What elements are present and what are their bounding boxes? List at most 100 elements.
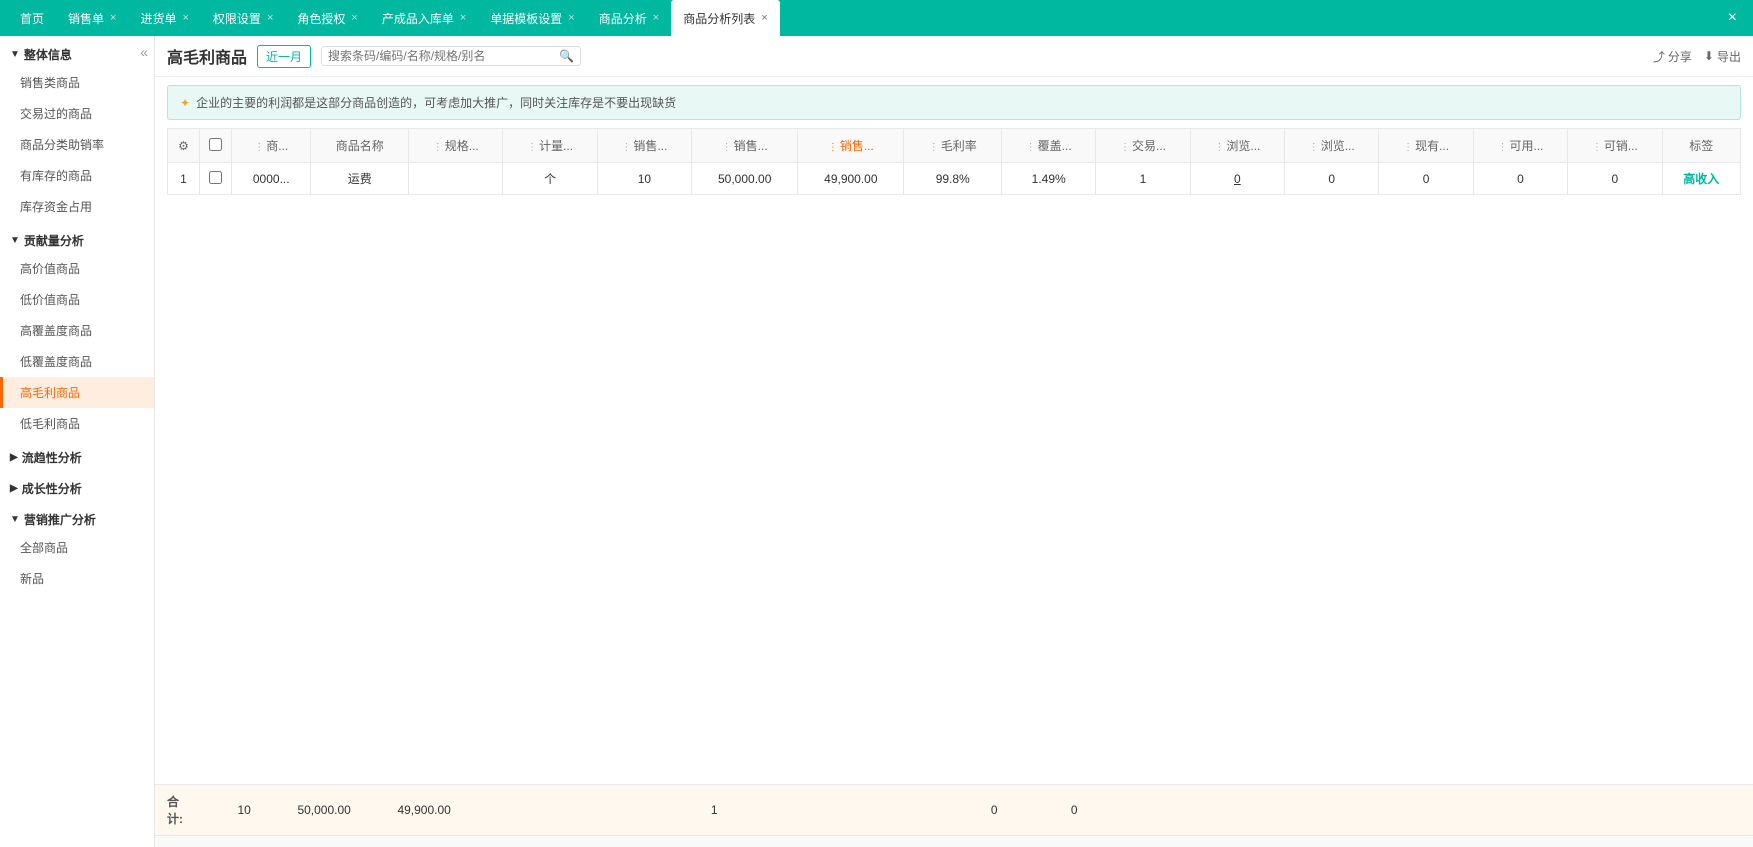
close-icon[interactable]: × xyxy=(761,12,767,24)
nav-sales[interactable]: 销售单 × xyxy=(56,0,128,36)
th-tag[interactable]: 标签 xyxy=(1662,129,1741,163)
nav-analysis[interactable]: 商品分析 × xyxy=(587,0,671,36)
select-all-checkbox[interactable] xyxy=(209,138,222,151)
export-button[interactable]: ⬇ 导出 xyxy=(1704,48,1741,65)
nav-analysis-list[interactable]: 商品分析列表 × xyxy=(671,0,779,36)
sidebar-group-marketing[interactable]: ▼ 营销推广分析 xyxy=(0,501,154,532)
close-icon[interactable]: × xyxy=(267,12,273,24)
sidebar-item-sales-goods[interactable]: 销售类商品 xyxy=(0,67,154,98)
th-available[interactable]: ⋮可用... xyxy=(1473,129,1567,163)
th-browse1[interactable]: ⋮浏览... xyxy=(1190,129,1284,163)
info-icon: ✦ xyxy=(180,96,190,110)
th-sales1[interactable]: ⋮销售... xyxy=(597,129,691,163)
share-icon: ⤴ xyxy=(1653,48,1665,65)
bottom-scrollbar[interactable] xyxy=(155,835,1753,847)
cell-current: 0 xyxy=(1379,163,1473,195)
cell-code: 0000... xyxy=(232,163,311,195)
nav-home[interactable]: 首页 xyxy=(8,0,56,36)
sidebar-item-low-coverage[interactable]: 低覆盖度商品 xyxy=(0,346,154,377)
footer-current: 0 xyxy=(954,803,1034,817)
th-current[interactable]: ⋮现有... xyxy=(1379,129,1473,163)
th-coverage[interactable]: ⋮覆盖... xyxy=(1001,129,1095,163)
cell-sales2: 50,000.00 xyxy=(692,163,798,195)
cell-browse1[interactable]: 0 xyxy=(1190,163,1284,195)
close-icon[interactable]: × xyxy=(182,12,188,24)
cell-checkbox[interactable] xyxy=(200,163,232,195)
row-checkbox[interactable] xyxy=(209,171,222,184)
search-icon[interactable]: 🔍 xyxy=(559,49,574,63)
sidebar-item-stock-funds[interactable]: 库存资金占用 xyxy=(0,191,154,222)
chevron-right-icon: ▶ xyxy=(10,483,18,494)
th-sales3[interactable]: ⋮销售... xyxy=(798,129,904,163)
search-box: 🔍 xyxy=(321,46,581,66)
sidebar-item-new-goods[interactable]: 新品 xyxy=(0,563,154,594)
nav-purchase[interactable]: 进货单 × xyxy=(128,0,200,36)
th-code[interactable]: ⋮商... xyxy=(232,129,311,163)
th-checkbox[interactable] xyxy=(200,129,232,163)
chevron-right-icon: ▶ xyxy=(10,452,18,463)
sidebar-group-growth[interactable]: ▶ 成长性分析 xyxy=(0,470,154,501)
sidebar-item-high-coverage[interactable]: 高覆盖度商品 xyxy=(0,315,154,346)
cell-sales1: 10 xyxy=(597,163,691,195)
th-spec[interactable]: ⋮规格... xyxy=(409,129,503,163)
sidebar-item-low-margin[interactable]: 低毛利商品 xyxy=(0,408,154,439)
th-browse2[interactable]: ⋮浏览... xyxy=(1285,129,1379,163)
th-settings[interactable]: ⚙ xyxy=(168,129,200,163)
share-button[interactable]: ⤴ 分享 xyxy=(1653,48,1692,65)
sidebar-group-flow[interactable]: ▶ 流趋性分析 xyxy=(0,439,154,470)
main-layout: « ▼ 整体信息 销售类商品 交易过的商品 商品分类助销率 有库存的商品 库存资… xyxy=(0,36,1753,847)
close-icon[interactable]: × xyxy=(568,12,574,24)
sidebar-item-in-stock[interactable]: 有库存的商品 xyxy=(0,160,154,191)
footer-label: 合计: xyxy=(167,793,194,827)
data-table-container: ⚙ ⋮商... 商品名称 ⋮规格... ⋮计量... ⋮销售... ⋮销售...… xyxy=(155,128,1753,784)
window-close-button[interactable]: × xyxy=(1720,9,1745,27)
top-nav: 首页 销售单 × 进货单 × 权限设置 × 角色授权 × 产成品入库单 × 单据… xyxy=(0,0,1753,36)
sidebar-item-traded-goods[interactable]: 交易过的商品 xyxy=(0,98,154,129)
footer-sales2: 50,000.00 xyxy=(274,803,374,817)
footer-spacer2 xyxy=(754,803,954,817)
info-banner: ✦ 企业的主要的利润都是这部分商品创造的，可考虑加大推广，同时关注库存是不要出现… xyxy=(167,85,1741,120)
sidebar-item-low-value[interactable]: 低价值商品 xyxy=(0,284,154,315)
footer-trade: 1 xyxy=(674,803,754,817)
th-trade[interactable]: ⋮交易... xyxy=(1096,129,1190,163)
search-input[interactable] xyxy=(328,49,559,63)
data-table: ⚙ ⋮商... 商品名称 ⋮规格... ⋮计量... ⋮销售... ⋮销售...… xyxy=(167,128,1741,195)
th-gross-rate[interactable]: ⋮毛利率 xyxy=(904,129,1002,163)
cell-trade: 1 xyxy=(1096,163,1190,195)
footer-spacer xyxy=(474,803,674,817)
sidebar-item-all-goods[interactable]: 全部商品 xyxy=(0,532,154,563)
cell-browse2: 0 xyxy=(1285,163,1379,195)
content-area: 高毛利商品 近一月 🔍 ⤴ 分享 ⬇ 导出 ✦ 企业的主要的利润都是这部分商品创… xyxy=(155,36,1753,847)
nav-template[interactable]: 单据模板设置 × xyxy=(478,0,586,36)
close-icon[interactable]: × xyxy=(460,12,466,24)
header-actions: ⤴ 分享 ⬇ 导出 xyxy=(1653,48,1741,65)
footer-cells: 10 50,000.00 49,900.00 1 0 0 xyxy=(214,803,1741,817)
table-footer: 合计: 10 50,000.00 49,900.00 1 0 0 xyxy=(155,784,1753,835)
sidebar-item-high-value[interactable]: 高价值商品 xyxy=(0,253,154,284)
nav-role[interactable]: 角色授权 × xyxy=(285,0,369,36)
chevron-down-icon: ▼ xyxy=(10,514,20,525)
page-title: 高毛利商品 xyxy=(167,44,247,68)
nav-permission[interactable]: 权限设置 × xyxy=(201,0,285,36)
chevron-down-icon: ▼ xyxy=(10,49,20,60)
nav-product-entry[interactable]: 产成品入库单 × xyxy=(370,0,478,36)
sidebar-group-overall[interactable]: ▼ 整体信息 xyxy=(0,36,154,67)
th-name[interactable]: 商品名称 xyxy=(311,129,409,163)
th-unit[interactable]: ⋮计量... xyxy=(503,129,597,163)
th-saleable[interactable]: ⋮可销... xyxy=(1568,129,1662,163)
cell-index: 1 xyxy=(168,163,200,195)
footer-available: 0 xyxy=(1034,803,1114,817)
cell-spec xyxy=(409,163,503,195)
cell-coverage: 1.49% xyxy=(1001,163,1095,195)
sidebar-group-contribution[interactable]: ▼ 贡献量分析 xyxy=(0,222,154,253)
th-sales2[interactable]: ⋮销售... xyxy=(692,129,798,163)
close-icon[interactable]: × xyxy=(653,12,659,24)
close-icon[interactable]: × xyxy=(110,12,116,24)
cell-available: 0 xyxy=(1473,163,1567,195)
sidebar-item-high-margin[interactable]: 高毛利商品 xyxy=(0,377,154,408)
sidebar-item-category-rate[interactable]: 商品分类助销率 xyxy=(0,129,154,160)
cell-gross-rate: 99.8% xyxy=(904,163,1002,195)
sidebar-collapse-button[interactable]: « xyxy=(140,44,148,60)
close-icon[interactable]: × xyxy=(351,12,357,24)
period-button[interactable]: 近一月 xyxy=(257,45,311,68)
